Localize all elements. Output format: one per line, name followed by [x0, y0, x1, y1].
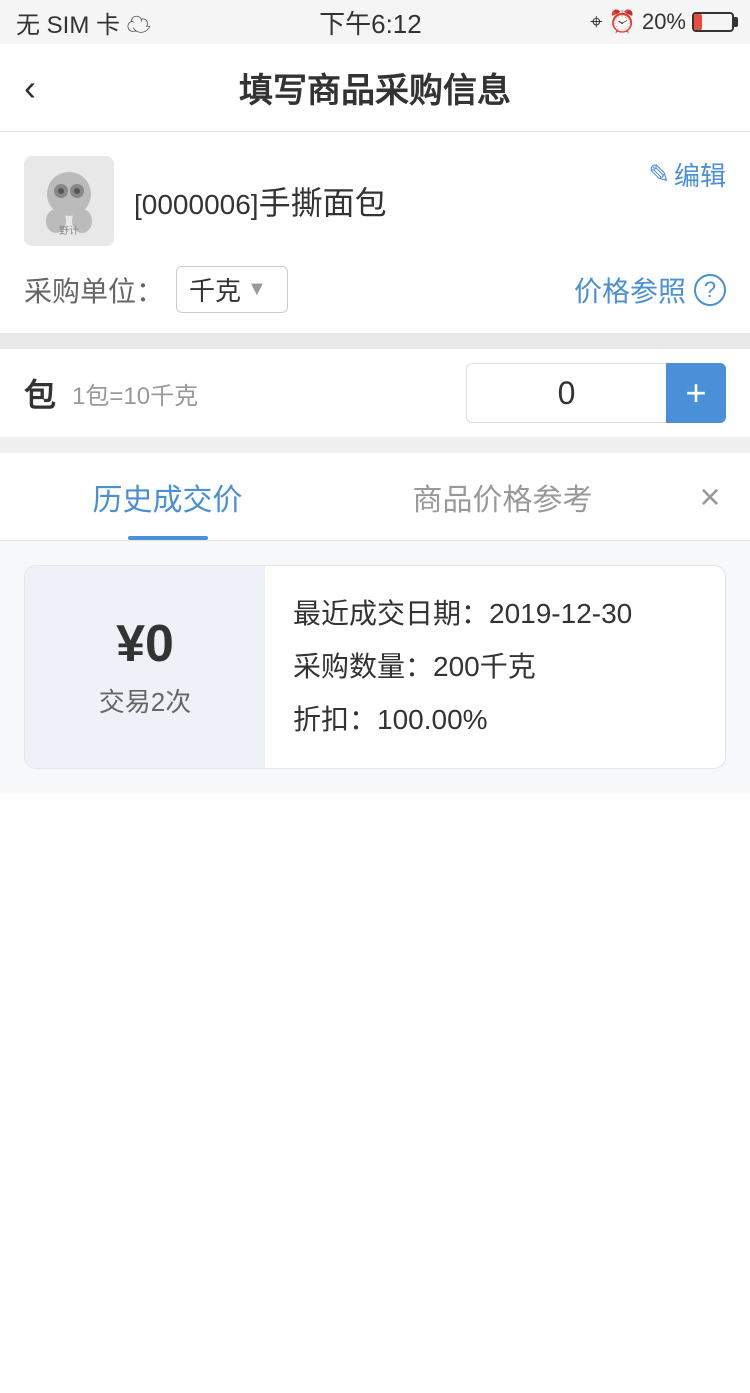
history-list: ¥0 交易2次 最近成交日期：2019-12-30 采购数量：200千克 折扣：…	[0, 541, 750, 793]
recent-date-label: 最近成交日期：	[293, 598, 489, 629]
page-title: 填写商品采购信息	[239, 63, 511, 112]
recent-date-value: 2019-12-30	[489, 598, 632, 629]
discount-row: 折扣：100.00%	[293, 700, 697, 739]
quantity-input[interactable]	[466, 363, 666, 423]
product-title: 手撕面包	[259, 185, 387, 221]
tab-history-price[interactable]: 历史成交价	[0, 453, 335, 540]
price-ref-button[interactable]: 价格参照 ?	[574, 270, 726, 310]
history-price: ¥0	[116, 614, 174, 674]
quantity-label: 包 1包=10千克	[24, 370, 198, 416]
tab-history-label: 历史成交价	[93, 475, 243, 519]
unit-area: 采购单位： 千克 ▼	[24, 266, 288, 313]
chevron-down-icon: ▼	[247, 278, 267, 301]
nav-header: ‹ 填写商品采购信息	[0, 44, 750, 132]
unit-value: 千克	[189, 271, 241, 308]
battery-icon	[692, 12, 734, 32]
product-code: [0000006]	[134, 189, 259, 220]
trade-count: 交易2次	[99, 682, 191, 719]
discount-label: 折扣：	[293, 704, 377, 735]
quantity-plus-button[interactable]: +	[666, 363, 726, 423]
status-time: 下午6:12	[319, 4, 422, 41]
battery-fill	[694, 14, 702, 30]
status-bar: 无 SIM 卡 ☁ 下午6:12 ⌖ ⏰ 20%	[0, 0, 750, 44]
divider	[0, 333, 750, 349]
product-name: [0000006]手撕面包	[134, 178, 387, 224]
tab-price-ref-label: 商品价格参考	[413, 475, 593, 519]
product-info: 野计 [0000006]手撕面包	[24, 156, 387, 246]
quantity-row: 包 1包=10千克 +	[0, 349, 750, 437]
qty-row: 采购数量：200千克	[293, 647, 697, 686]
unit-label: 采购单位：	[24, 270, 164, 310]
discount-value: 100.00%	[377, 704, 488, 735]
product-bottom: 采购单位： 千克 ▼ 价格参照 ?	[24, 266, 726, 313]
sim-label: 无 SIM 卡 ☁	[16, 5, 151, 40]
product-image-icon: 野计	[34, 166, 104, 236]
tab-price-ref[interactable]: 商品价格参考	[335, 453, 670, 540]
tab-bar: 历史成交价 商品价格参考 ×	[0, 453, 750, 541]
svg-text:野计: 野计	[59, 224, 79, 236]
battery-pct: 20%	[642, 9, 686, 35]
panel: 历史成交价 商品价格参考 × ¥0 交易2次 最近成交日期：2019-12-30…	[0, 453, 750, 793]
alarm-icon: ⏰	[609, 9, 636, 35]
edit-button[interactable]: ✎ 编辑	[648, 156, 726, 193]
status-left: 无 SIM 卡 ☁	[16, 5, 151, 40]
product-thumbnail: 野计	[24, 156, 114, 246]
qty-value: 200千克	[433, 651, 536, 682]
history-left: ¥0 交易2次	[25, 566, 265, 768]
unit-hint: 1包=10千克	[72, 376, 198, 411]
history-right: 最近成交日期：2019-12-30 采购数量：200千克 折扣：100.00%	[265, 566, 725, 768]
quantity-input-area: +	[466, 363, 726, 423]
unit-select[interactable]: 千克 ▼	[176, 266, 288, 313]
status-right: ⌖ ⏰ 20%	[590, 9, 734, 35]
recent-date-row: 最近成交日期：2019-12-30	[293, 594, 697, 633]
bottom-space	[0, 793, 750, 1393]
help-icon: ?	[694, 274, 726, 306]
history-card: ¥0 交易2次 最近成交日期：2019-12-30 采购数量：200千克 折扣：…	[24, 565, 726, 769]
product-card: 野计 [0000006]手撕面包 ✎ 编辑 采购单位： 千克 ▼ 价格参照 ?	[0, 132, 750, 333]
unit-badge: 包	[24, 370, 56, 416]
back-button[interactable]: ‹	[24, 67, 36, 109]
price-ref-label: 价格参照	[574, 270, 686, 310]
tab-close-button[interactable]: ×	[670, 476, 750, 518]
edit-icon: ✎	[648, 159, 670, 190]
location-icon: ⌖	[590, 9, 602, 35]
edit-label: 编辑	[674, 156, 726, 193]
product-top: 野计 [0000006]手撕面包 ✎ 编辑	[24, 156, 726, 246]
qty-label: 采购数量：	[293, 651, 433, 682]
